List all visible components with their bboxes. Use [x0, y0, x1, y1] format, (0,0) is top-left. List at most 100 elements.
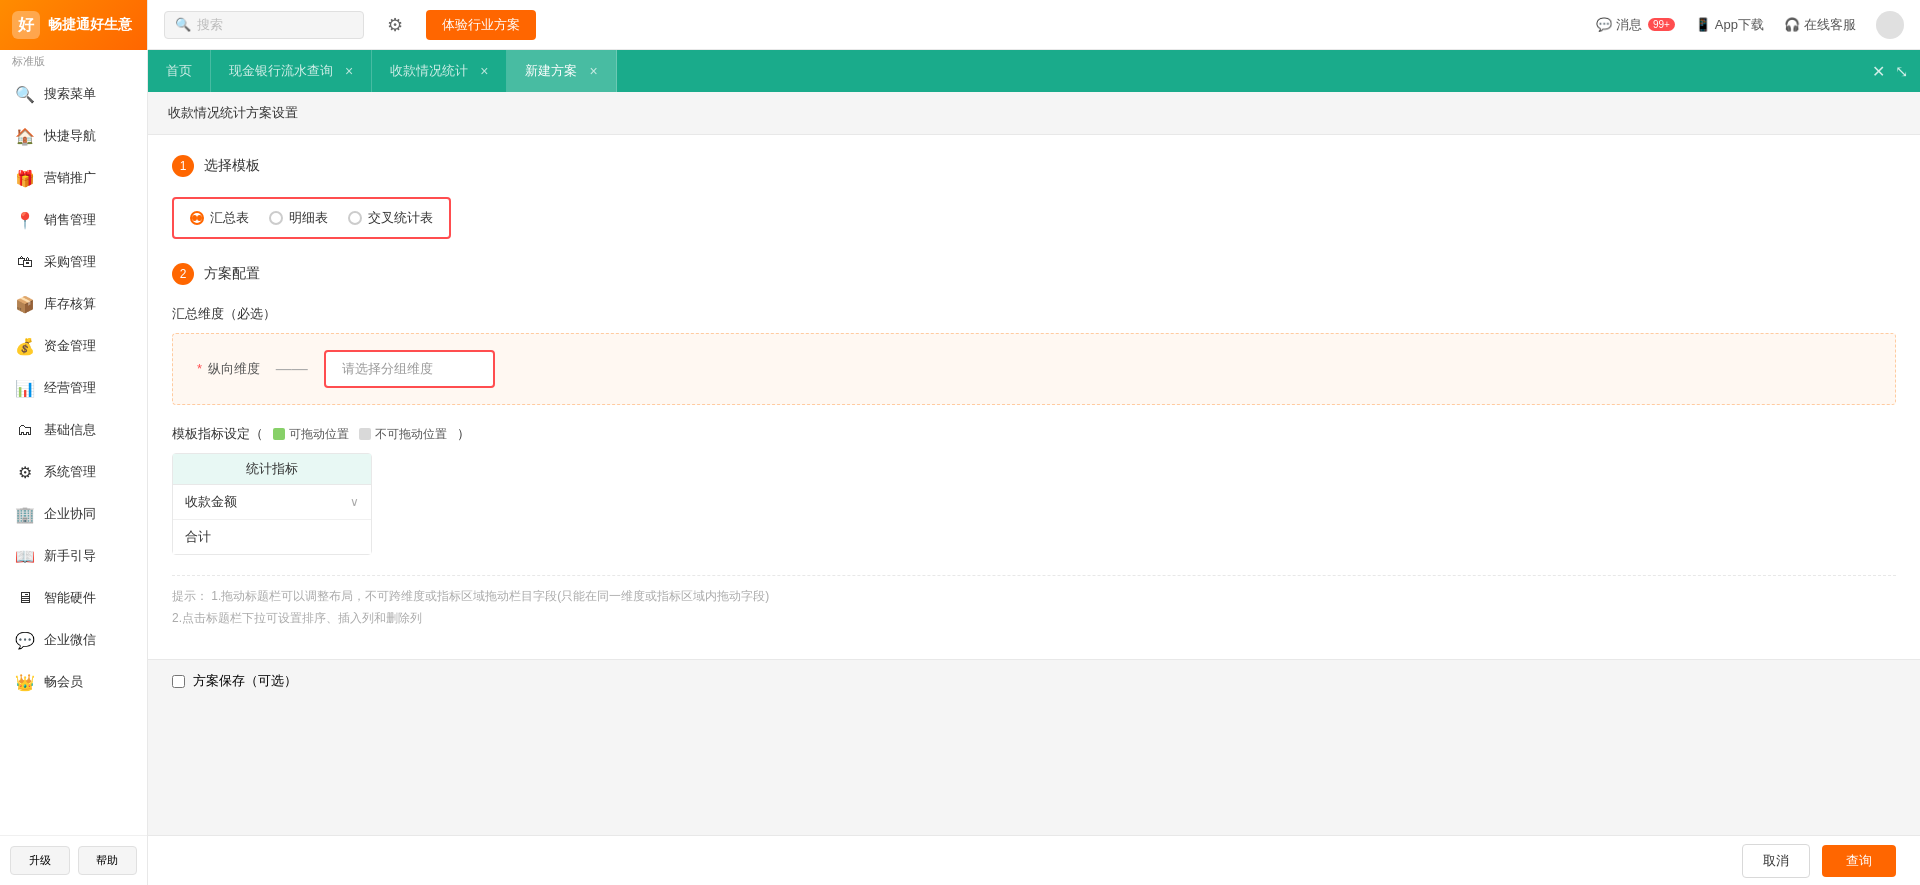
app-download-button[interactable]: 📱 App下载 — [1695, 16, 1764, 34]
radio-detail-circle — [269, 211, 283, 225]
sidebar-item-hardware[interactable]: 🖥 智能硬件 — [0, 577, 147, 619]
radio-summary[interactable]: 汇总表 — [190, 209, 249, 227]
sidebar-item-member[interactable]: 👑畅会员 — [0, 661, 147, 703]
search-icon: 🔍 — [175, 17, 191, 32]
nav-icon-quick-nav: 🏠 — [16, 127, 34, 145]
tab-home[interactable]: 首页 — [148, 50, 211, 92]
required-mark: * — [197, 361, 202, 376]
tab-receipt-stats-close[interactable]: × — [480, 63, 488, 79]
tab-new-plan[interactable]: 新建方案 × — [507, 50, 616, 92]
nav-icon-hardware: 🖥 — [16, 589, 34, 607]
tab-receipt-stats[interactable]: 收款情况统计 × — [372, 50, 507, 92]
sidebar-item-guide[interactable]: 📖新手引导 — [0, 535, 147, 577]
tip-line1: 提示： 1.拖动标题栏可以调整布局，不可跨维度或指标区域拖动栏目字段(只能在同一… — [172, 586, 1896, 608]
tab-close-all-button[interactable]: ✕ — [1872, 62, 1885, 81]
nav-icon-wechat: 💬 — [16, 631, 34, 649]
save-option-label: 方案保存（可选） — [193, 672, 297, 690]
sidebar-item-operation[interactable]: 📊经营管理 — [0, 367, 147, 409]
industry-solution-button[interactable]: 体验行业方案 — [426, 10, 536, 40]
nav-label-basic-info: 基础信息 — [44, 421, 96, 439]
nav-icon-member: 👑 — [16, 673, 34, 691]
search-box[interactable]: 🔍 搜索 — [164, 11, 364, 39]
nav-label-wechat: 企业微信 — [44, 631, 96, 649]
movable-dot — [273, 428, 285, 440]
radio-detail-label: 明细表 — [289, 209, 328, 227]
tabs-right-controls: ✕ ⤡ — [1860, 50, 1920, 92]
tab-new-plan-close[interactable]: × — [589, 63, 597, 79]
nav-icon-operation: 📊 — [16, 379, 34, 397]
radio-cross-circle — [348, 211, 362, 225]
sidebar-item-basic-info[interactable]: 🗂 基础信息 — [0, 409, 147, 451]
online-service-button[interactable]: 🎧 在线客服 — [1784, 16, 1856, 34]
step2-badge: 2 — [172, 263, 194, 285]
content-area: 收款情况统计方案设置 1 选择模板 汇总表 明细表 — [148, 92, 1920, 835]
sidebar-item-sales[interactable]: 📍销售管理 — [0, 199, 147, 241]
nav-icon-marketing: 🎁 — [16, 169, 34, 187]
nav-icon-guide: 📖 — [16, 547, 34, 565]
step2-row: 2 方案配置 — [172, 263, 1896, 285]
nav-icon-purchase: 🛍 — [16, 253, 34, 271]
tab-bank-flow[interactable]: 现金银行流水查询 × — [211, 50, 372, 92]
form-section: 1 选择模板 汇总表 明细表 交叉统计表 — [148, 135, 1920, 659]
template-selection-box: 汇总表 明细表 交叉统计表 — [172, 197, 451, 239]
vertical-dimension-label: * 纵向维度 — [197, 360, 260, 378]
amount-label: 收款金额 — [185, 493, 237, 511]
sidebar-item-enterprise[interactable]: 🏢企业协同 — [0, 493, 147, 535]
sidebar-item-purchase[interactable]: 🛍 采购管理 — [0, 241, 147, 283]
metrics-table: 统计指标 收款金额 ∨ 合计 — [172, 453, 372, 555]
metrics-table-cell-amount[interactable]: 收款金额 ∨ — [173, 485, 371, 519]
sidebar-item-search-menu[interactable]: 🔍搜索菜单 — [0, 73, 147, 115]
sidebar-nav: 🔍搜索菜单 🏠 快捷导航 🎁营销推广📍销售管理 🛍 采购管理 📦库存核算💰资金管理📊经营管理… — [0, 73, 147, 835]
settings-icon[interactable]: ⚙ — [380, 10, 410, 40]
radio-summary-label: 汇总表 — [210, 209, 249, 227]
radio-cross[interactable]: 交叉统计表 — [348, 209, 433, 227]
page-title: 收款情况统计方案设置 — [168, 105, 298, 120]
tabs-bar: 首页 现金银行流水查询 × 收款情况统计 × 新建方案 × ✕ ⤡ — [148, 50, 1920, 92]
nav-label-quick-nav: 快捷导航 — [44, 127, 96, 145]
sidebar-item-marketing[interactable]: 🎁营销推广 — [0, 157, 147, 199]
tab-new-plan-label: 新建方案 — [525, 62, 577, 80]
sidebar-item-system[interactable]: ⚙系统管理 — [0, 451, 147, 493]
step2-label: 方案配置 — [204, 265, 260, 283]
nav-icon-system: ⚙ — [16, 463, 34, 481]
radio-detail[interactable]: 明细表 — [269, 209, 328, 227]
amount-chevron[interactable]: ∨ — [350, 495, 359, 509]
main-area: 🔍 搜索 ⚙ 体验行业方案 💬 消息 99+ 📱 App下载 🎧 在线客服 首页 — [148, 0, 1920, 885]
app-download-label: App下载 — [1715, 16, 1764, 34]
nav-label-finance: 资金管理 — [44, 337, 96, 355]
bottom-bar: 取消 查询 — [148, 835, 1920, 885]
dimension-area: * 纵向维度 —— 请选择分组维度 — [172, 333, 1896, 405]
nav-label-hardware: 智能硬件 — [44, 589, 96, 607]
nav-label-purchase: 采购管理 — [44, 253, 96, 271]
user-avatar[interactable] — [1876, 11, 1904, 39]
metrics-table-header: 统计指标 — [173, 454, 371, 485]
search-text: 搜索 — [197, 16, 223, 34]
tip-area: 提示： 1.拖动标题栏可以调整布局，不可跨维度或指标区域拖动栏目字段(只能在同一… — [172, 575, 1896, 639]
cancel-button[interactable]: 取消 — [1742, 844, 1810, 878]
tab-home-label: 首页 — [166, 62, 192, 80]
online-service-label: 在线客服 — [1804, 16, 1856, 34]
metrics-table-total: 合计 — [173, 519, 371, 554]
nav-icon-basic-info: 🗂 — [16, 421, 34, 439]
dimension-selector[interactable]: 请选择分组维度 — [324, 350, 495, 388]
message-button[interactable]: 💬 消息 99+ — [1596, 16, 1675, 34]
sidebar-bottom: 升级 帮助 — [0, 835, 147, 885]
step1-row: 1 选择模板 — [172, 155, 1896, 177]
app-icon: 📱 — [1695, 17, 1711, 32]
dimension-sub-section: 汇总维度（必选） * 纵向维度 —— 请选择分组维度 — [172, 305, 1896, 405]
step1-badge: 1 — [172, 155, 194, 177]
query-button[interactable]: 查询 — [1822, 845, 1896, 877]
radio-cross-label: 交叉统计表 — [368, 209, 433, 227]
tab-bank-flow-close[interactable]: × — [345, 63, 353, 79]
sidebar-item-finance[interactable]: 💰资金管理 — [0, 325, 147, 367]
metrics-section: 模板指标设定（ 可拖动位置 不可拖动位置 ） 统计指标 — [172, 425, 1896, 555]
radio-summary-circle — [190, 211, 204, 225]
message-badge: 99+ — [1648, 18, 1675, 31]
help-button[interactable]: 帮助 — [78, 846, 138, 875]
sidebar-item-quick-nav[interactable]: 🏠 快捷导航 — [0, 115, 147, 157]
tab-expand-button[interactable]: ⤡ — [1895, 62, 1908, 81]
sidebar-item-inventory[interactable]: 📦库存核算 — [0, 283, 147, 325]
save-checkbox[interactable] — [172, 675, 185, 688]
upgrade-button[interactable]: 升级 — [10, 846, 70, 875]
sidebar-item-wechat[interactable]: 💬 企业微信 — [0, 619, 147, 661]
